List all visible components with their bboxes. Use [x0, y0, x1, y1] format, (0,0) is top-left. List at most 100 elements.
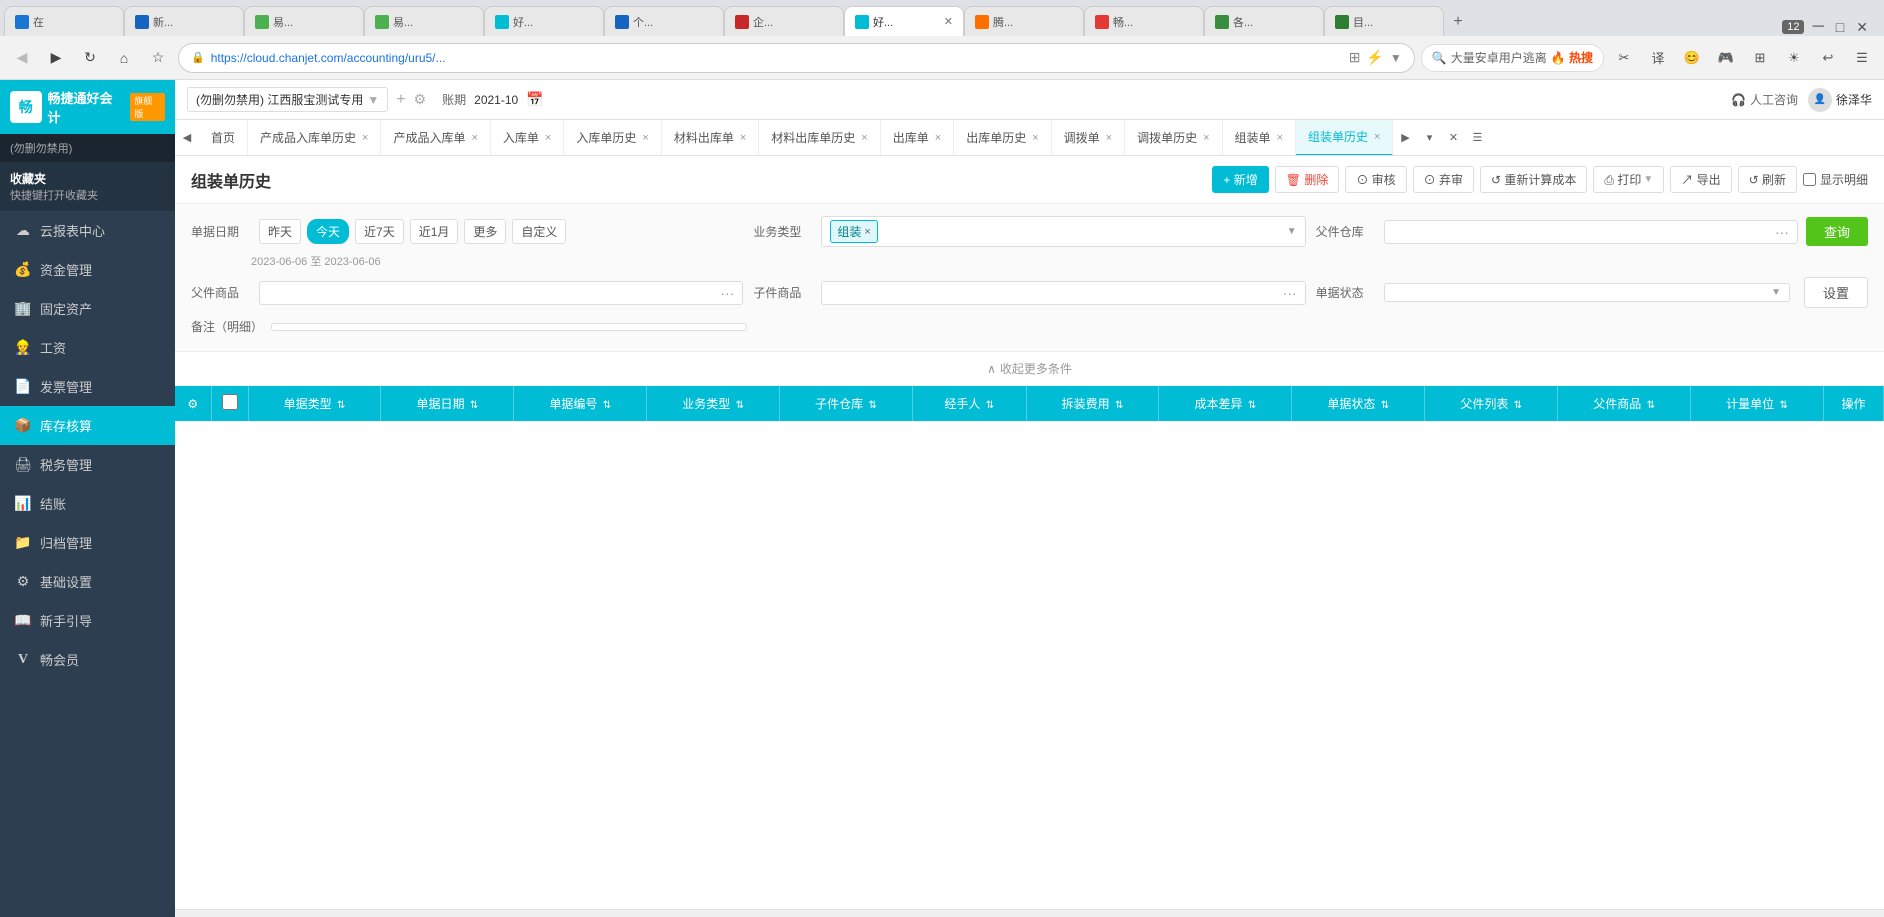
browser-tab-5[interactable]: 好... — [484, 6, 604, 36]
sidebar-favorites[interactable]: 收藏夹 快捷键打开收藏夹 — [0, 162, 175, 211]
close-window-icon[interactable]: ✕ — [1852, 19, 1872, 36]
page-tab-close-finished-history[interactable]: × — [362, 132, 368, 144]
parent-goods-input[interactable]: ··· — [259, 281, 743, 305]
recalc-button[interactable]: ↺ 重新计算成本 — [1480, 166, 1587, 193]
browser-tab-2[interactable]: 新... — [124, 6, 244, 36]
page-tab-close-inbound[interactable]: × — [545, 132, 551, 144]
th-handler[interactable]: 经手人 ⇅ — [912, 386, 1026, 421]
page-tab-close-transfer-history[interactable]: × — [1203, 132, 1209, 144]
sidebar-item-fixed-assets[interactable]: 🏢 固定资产 — [0, 289, 175, 328]
sidebar-item-membership[interactable]: V 畅会员 — [0, 640, 175, 679]
th-child-warehouse[interactable]: 子件仓库 ⇅ — [780, 386, 913, 421]
address-lightning-icon[interactable]: ⚡ — [1366, 49, 1383, 66]
page-tab-close-outbound-history[interactable]: × — [1032, 132, 1038, 144]
user-info[interactable]: 👤 徐泽华 — [1808, 88, 1872, 112]
date-btn-1month[interactable]: 近1月 — [410, 219, 459, 244]
search-bar[interactable]: 🔍 大量安卓用户逃离 🔥 热搜 — [1421, 44, 1604, 72]
biz-type-dropdown[interactable]: ▼ — [1287, 226, 1297, 237]
page-tab-close-finished[interactable]: × — [471, 132, 477, 144]
tab-expand-icon[interactable]: ▾ — [1417, 120, 1441, 156]
browser-tab-4[interactable]: 易... — [364, 6, 484, 36]
browser-tab-12[interactable]: 目... — [1324, 6, 1444, 36]
address-grid-icon[interactable]: ⊞ — [1349, 49, 1361, 66]
select-all-checkbox[interactable] — [222, 394, 238, 410]
sidebar-item-archive[interactable]: 📁 归档管理 — [0, 523, 175, 562]
page-tab-inbound-history[interactable]: 入库单历史 × — [564, 120, 661, 156]
sidebar-item-finance[interactable]: 💰 资金管理 — [0, 250, 175, 289]
page-tab-material-out-history[interactable]: 材料出库单历史 × — [759, 120, 880, 156]
page-tab-material-out[interactable]: 材料出库单 × — [662, 120, 759, 156]
sidebar-item-inventory[interactable]: 📦 库存核算 — [0, 406, 175, 445]
th-settings[interactable]: ⚙ — [175, 386, 211, 421]
company-selector[interactable]: (勿删勿禁用) 江西服宝测试专用 ▼ — [187, 87, 388, 112]
bookmark-button[interactable]: ☆ — [144, 44, 172, 72]
abandon-button[interactable]: ⊙ 弃审 — [1413, 166, 1474, 193]
forward-button[interactable]: ▶ — [42, 44, 70, 72]
child-goods-dots[interactable]: ··· — [1283, 285, 1297, 301]
th-biz-type[interactable]: 业务类型 ⇅ — [647, 386, 780, 421]
date-btn-today[interactable]: 今天 — [307, 219, 349, 244]
page-tab-close-transfer[interactable]: × — [1106, 132, 1112, 144]
browser-tab-6[interactable]: 个... — [604, 6, 724, 36]
page-tab-close-assembly[interactable]: × — [1277, 132, 1283, 144]
th-doc-num[interactable]: 单据编号 ⇅ — [514, 386, 647, 421]
status-input[interactable]: ▼ — [1384, 283, 1790, 302]
browser-tab-11[interactable]: 各... — [1204, 6, 1324, 36]
new-tab-button[interactable]: + — [1444, 8, 1472, 36]
browser-tab-9[interactable]: 腾... — [964, 6, 1084, 36]
tab-more-options[interactable]: ☰ — [1465, 120, 1489, 156]
sidebar-item-cloud-report[interactable]: ☁ 云报表中心 — [0, 211, 175, 250]
page-tab-finished-history[interactable]: 产成品入库单历史 × — [248, 120, 381, 156]
notes-input[interactable] — [271, 323, 747, 331]
th-doc-date[interactable]: 单据日期 ⇅ — [381, 386, 514, 421]
page-tab-assembly[interactable]: 组装单 × — [1223, 120, 1296, 156]
reload-button[interactable]: ↻ — [76, 44, 104, 72]
sidebar-item-guide[interactable]: 📖 新手引导 — [0, 601, 175, 640]
home-button[interactable]: ⌂ — [110, 44, 138, 72]
browser-tab-8[interactable]: 好... ✕ — [844, 6, 964, 36]
delete-button[interactable]: 🗑 删除 — [1275, 166, 1340, 193]
tab-scroll-right[interactable]: ▶ — [1393, 120, 1417, 156]
th-cost-diff[interactable]: 成本差异 ⇅ — [1159, 386, 1292, 421]
page-tab-close-inbound-history[interactable]: × — [642, 132, 648, 144]
address-dropdown-icon[interactable]: ▼ — [1390, 51, 1402, 65]
page-tab-outbound[interactable]: 出库单 × — [881, 120, 954, 156]
page-tab-outbound-history[interactable]: 出库单历史 × — [954, 120, 1051, 156]
user-service[interactable]: 🎧 人工咨询 — [1731, 91, 1798, 108]
date-btn-7days[interactable]: 近7天 — [355, 219, 404, 244]
th-parent-goods[interactable]: 父件商品 ⇅ — [1558, 386, 1691, 421]
address-bar[interactable]: 🔒 https://cloud.chanjet.com/accounting/u… — [178, 43, 1415, 73]
calendar-icon[interactable]: 📅 — [526, 91, 543, 108]
refresh-button[interactable]: ↺ 刷新 — [1738, 166, 1797, 193]
brightness-icon[interactable]: ☀ — [1780, 44, 1808, 72]
th-doc-status[interactable]: 单据状态 ⇅ — [1292, 386, 1425, 421]
page-tab-close-assembly-history[interactable]: × — [1374, 131, 1380, 143]
gamepad-icon[interactable]: 🎮 — [1712, 44, 1740, 72]
scissor-icon[interactable]: ✂ — [1610, 44, 1638, 72]
show-detail-checkbox-label[interactable]: 显示明细 — [1803, 171, 1868, 188]
tab-close-all[interactable]: ✕ — [1441, 120, 1465, 156]
sidebar-item-closing[interactable]: 📊 结账 — [0, 484, 175, 523]
date-btn-more[interactable]: 更多 — [464, 219, 506, 244]
page-tab-close-material-out-history[interactable]: × — [861, 132, 867, 144]
th-checkbox[interactable] — [211, 386, 248, 421]
browser-tab-close-8[interactable]: ✕ — [944, 15, 953, 28]
minimize-icon[interactable]: ─ — [1808, 18, 1827, 36]
status-dropdown[interactable]: ▼ — [1771, 287, 1781, 298]
set-button[interactable]: 设置 — [1804, 277, 1868, 308]
tab-scroll-left[interactable]: ◀ — [175, 120, 199, 156]
page-tab-finished[interactable]: 产成品入库单 × — [381, 120, 490, 156]
browser-tab-1[interactable]: 在 — [4, 6, 124, 36]
add-company-icon[interactable]: + — [396, 91, 405, 109]
parent-goods-dots[interactable]: ··· — [720, 285, 734, 301]
biz-type-remove[interactable]: × — [864, 226, 870, 238]
settings-gear-icon[interactable]: ⚙ — [414, 91, 427, 108]
add-button[interactable]: + 新增 — [1212, 166, 1268, 193]
query-button[interactable]: 查询 — [1806, 217, 1868, 246]
page-tab-assembly-history[interactable]: 组装单历史 × — [1296, 120, 1393, 156]
date-btn-yesterday[interactable]: 昨天 — [259, 219, 301, 244]
browser-tab-3[interactable]: 易... — [244, 6, 364, 36]
translate-icon[interactable]: 译 — [1644, 44, 1672, 72]
collapse-button[interactable]: ∧ 收起更多条件 — [987, 360, 1072, 377]
back-button[interactable]: ◀ — [8, 44, 36, 72]
